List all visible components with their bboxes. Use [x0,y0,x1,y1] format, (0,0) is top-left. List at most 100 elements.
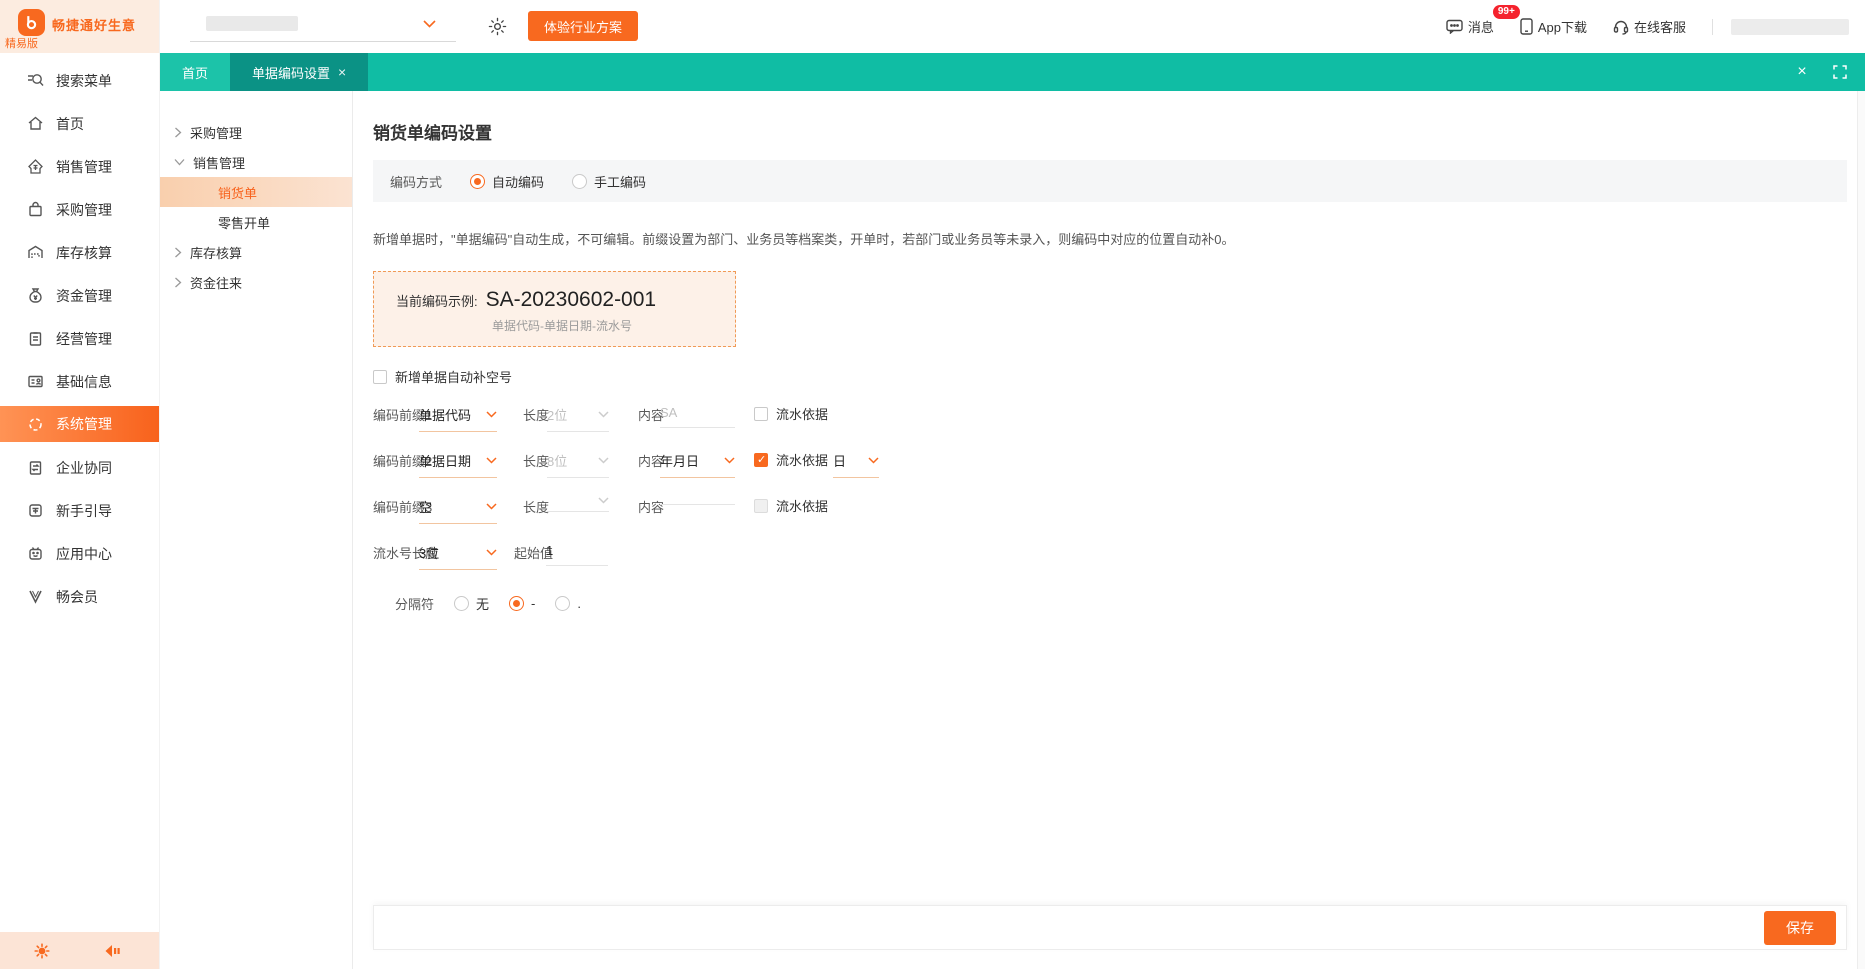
chevron-right-icon [174,127,182,138]
fullscreen-icon[interactable] [1829,61,1851,83]
sidebar-item-system[interactable]: 系统管理 [0,406,159,442]
tree-item-sales[interactable]: 销售管理 [160,147,352,177]
radio-label: - [531,596,535,611]
sidebar-item-label: 经营管理 [56,329,112,349]
prefix2-length-select[interactable]: 8位 [547,451,609,478]
message-bubble-icon [1446,19,1463,34]
sidebar-item-label: 应用中心 [56,544,112,564]
prefix1-content-input[interactable]: SA [660,405,735,428]
radio-label: 无 [476,594,489,613]
separator-none-radio[interactable]: 无 [454,594,489,613]
sidebar-item-guide[interactable]: 新手引导 [0,489,159,532]
sidebar-item-collaboration[interactable]: 企业协同 [0,446,159,489]
sidebar-item-member[interactable]: 畅会员 [0,575,159,618]
auto-fill-gap-checkbox[interactable]: 新增单据自动补空号 [373,367,1847,386]
brand-name: 畅捷通好生意 [52,15,136,34]
member-icon [27,588,44,605]
prefix2-serial-checkbox[interactable]: 流水依据 [754,450,828,469]
prefix3-serial-checkbox[interactable]: 流水依据 [754,496,828,515]
search-icon [27,72,44,89]
topbar: 体验行业方案 消息 99+ App下载 在线客服 [160,0,1865,53]
chevron-right-icon [174,277,182,288]
radio-auto-coding[interactable]: 自动编码 [470,172,544,191]
messages-button[interactable]: 消息 99+ [1446,17,1494,36]
sidebar-menu: 搜索菜单 首页 销售管理 采购管理 库存核算 资金管理 [0,53,159,618]
prefix3-length-select[interactable] [547,497,609,512]
checkbox-disabled-icon [754,499,768,513]
app-center-icon [27,545,44,562]
tree-item-sales-order[interactable]: 销货单 [160,177,352,207]
chevron-down-icon [598,411,609,418]
prefix1-length-select[interactable]: 2位 [547,405,609,432]
sidebar-item-basic-info[interactable]: 基础信息 [0,360,159,403]
topbar-right: 消息 99+ App下载 在线客服 [1446,0,1865,53]
topbar-gear-icon[interactable] [484,13,510,39]
online-service-button[interactable]: 在线客服 [1613,17,1686,36]
checkbox-checked-icon [754,453,768,467]
page-title: 销货单编码设置 [373,119,1847,144]
serial-label: 流水依据 [776,450,828,469]
collapse-sidebar-icon[interactable] [104,944,121,958]
sidebar-item-purchase[interactable]: 采购管理 [0,188,159,231]
tree-item-label: 销售管理 [193,153,245,172]
prefix3-content-input[interactable] [660,497,735,505]
system-settings-icon [27,416,44,433]
sidebar-item-home[interactable]: 首页 [0,102,159,145]
example-code: SA-20230602-001 [486,288,656,312]
tab-close-icon[interactable]: × [338,65,346,79]
sidebar-item-app-center[interactable]: 应用中心 [0,532,159,575]
save-button[interactable]: 保存 [1764,911,1836,945]
serial-label: 流水依据 [776,496,828,515]
sidebar-item-label: 搜索菜单 [56,71,112,91]
prefix2-type-select[interactable]: 单据日期 [419,451,497,478]
separator-dot-radio[interactable]: . [555,596,581,611]
separator-dash-radio[interactable]: - [509,596,535,611]
chevron-down-icon [486,549,497,556]
tree-item-inventory-accounting[interactable]: 库存核算 [160,237,352,267]
length-label: 长度 [523,405,549,424]
messages-badge: 99+ [1493,5,1520,19]
serial-length-row: 流水号长度 3位 起始值 1 [373,537,1847,570]
sidebar-item-label: 首页 [56,114,84,134]
prefix2-serial-unit-select[interactable]: 日 [833,451,879,478]
prefix1-serial-checkbox[interactable]: 流水依据 [754,404,828,423]
sales-icon [27,158,44,175]
serial-length-select[interactable]: 3位 [419,543,497,570]
id-card-icon [27,373,44,390]
app-download-button[interactable]: App下载 [1520,17,1587,36]
chevron-down-icon [724,457,735,464]
tab-home[interactable]: 首页 [160,53,230,91]
purchase-bag-icon [27,201,44,218]
settings-gear-icon[interactable] [34,943,50,959]
sidebar-item-funds[interactable]: 资金管理 [0,274,159,317]
sidebar-item-label: 库存核算 [56,243,112,263]
app-download-label: App下载 [1538,17,1587,36]
sidebar-item-sales[interactable]: 销售管理 [0,145,159,188]
online-service-label: 在线客服 [1634,17,1686,36]
tree-item-funds[interactable]: 资金往来 [160,267,352,297]
trial-industry-plan-button[interactable]: 体验行业方案 [528,11,638,41]
collaboration-icon [27,459,44,476]
radio-manual-coding[interactable]: 手工编码 [572,172,646,191]
example-hint: 单据代码-单据日期-流水号 [492,317,735,334]
sidebar-item-label: 系统管理 [56,414,112,434]
phone-icon [1520,18,1533,35]
tree-panel: 采购管理 销售管理 销货单 零售开单 库存核算 资金往来 [160,91,353,969]
prefix1-type-select[interactable]: 单据代码 [419,405,497,432]
home-icon [27,115,44,132]
vertical-scrollbar[interactable] [1857,91,1865,969]
tree-item-retail-order[interactable]: 零售开单 [160,207,352,237]
tab-document-code-settings[interactable]: 单据编码设置 × [230,53,368,91]
prefix-row-2: 编码前缀2 单据日期 长度 8位 内容 年月日 [373,445,1847,478]
tree-item-purchase[interactable]: 采购管理 [160,117,352,147]
start-value-input[interactable]: 1 [546,543,608,566]
organization-select[interactable] [190,10,456,42]
radio-icon [509,596,524,611]
close-all-tabs-icon[interactable]: × [1791,61,1813,83]
sidebar-item-search-menu[interactable]: 搜索菜单 [0,59,159,102]
prefix3-type-select[interactable]: 空 [419,497,497,524]
sidebar-item-operations[interactable]: 经营管理 [0,317,159,360]
prefix2-content-select[interactable]: 年月日 [660,451,735,478]
redacted-user-name[interactable] [1731,19,1849,35]
sidebar-item-inventory[interactable]: 库存核算 [0,231,159,274]
